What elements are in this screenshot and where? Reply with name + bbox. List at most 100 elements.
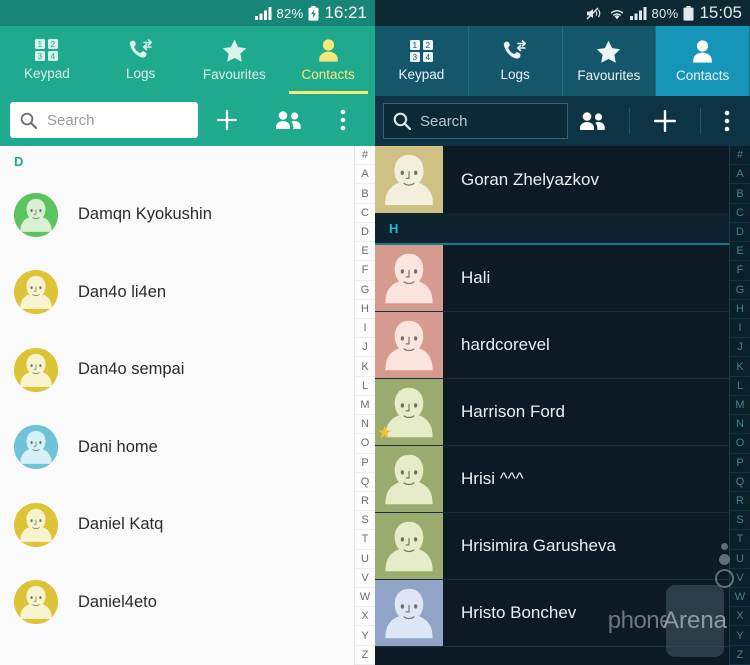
contact-row[interactable]: Damqn Kyokushin [0,176,375,254]
index-letter[interactable]: R [355,491,375,512]
index-letter[interactable]: U [730,550,750,569]
svg-text:1: 1 [412,41,417,50]
index-letter[interactable]: G [355,280,375,300]
index-letter[interactable]: E [355,242,375,262]
index-letter[interactable]: P [730,454,750,473]
contact-row[interactable]: Daniel4eto [0,564,375,642]
index-letter[interactable]: U [355,549,375,569]
svg-text:1: 1 [38,40,43,49]
index-letter[interactable]: Q [355,472,375,492]
clock-label: 15:05 [699,3,742,22]
index-letter[interactable]: X [730,607,750,627]
index-letter[interactable]: O [730,434,750,454]
right-alphabet-index[interactable]: # A B C D E F G H I J K L M N O P Q R S T U V W X Y Z [729,146,750,665]
index-letter[interactable]: Z [355,645,375,665]
search-icon [20,112,37,129]
tab-keypad[interactable]: 1234 Keypad [0,26,94,94]
index-letter[interactable]: I [355,318,375,339]
left-alphabet-index[interactable]: # A B C D E F G H I J K L M N O P Q R S T U V W X Y Z [354,146,375,665]
contact-row[interactable]: Hrisimira Garusheva [375,513,750,580]
search-input[interactable]: Search [10,102,198,138]
index-letter[interactable]: A [355,165,375,185]
index-letter[interactable]: J [730,338,750,358]
index-letter[interactable]: Z [730,646,750,665]
tab-keypad[interactable]: 1234 Keypad [375,26,469,96]
people-icon[interactable] [579,111,606,131]
clock-label: 16:21 [324,3,367,22]
index-letter[interactable]: # [355,146,375,166]
tab-favourites[interactable]: Favourites [188,26,282,94]
right-contact-list[interactable]: Goran Zhelyazkov H Hali hardcorevel ★ Harri… [375,146,750,665]
plus-icon[interactable] [653,109,677,133]
index-letter[interactable]: M [730,396,750,416]
contact-row[interactable]: Hrisi ^^^ [375,446,750,513]
index-letter[interactable]: F [355,261,375,281]
section-header: H [375,213,750,245]
index-letter[interactable]: E [730,242,750,262]
search-input[interactable]: Search [383,103,568,139]
avatar [375,580,443,646]
tab-logs[interactable]: Logs [94,26,188,94]
plus-icon[interactable] [216,109,238,131]
index-letter[interactable]: Y [730,626,750,646]
index-letter[interactable]: Y [355,626,375,646]
index-letter[interactable]: P [355,453,375,473]
index-letter[interactable]: S [355,511,375,531]
contact-row[interactable]: Goran Zhelyazkov [375,146,750,213]
index-letter[interactable]: K [355,357,375,377]
index-letter[interactable]: W [730,588,750,608]
index-letter[interactable]: C [730,204,750,223]
svg-text:2: 2 [51,40,56,49]
index-letter[interactable]: D [355,222,375,243]
index-letter[interactable]: V [355,568,375,589]
people-icon[interactable] [276,110,302,130]
index-letter[interactable]: D [730,223,750,243]
tab-contacts[interactable]: Contacts [281,26,375,94]
index-letter[interactable]: A [730,165,750,185]
index-letter[interactable]: K [730,357,750,377]
index-letter[interactable]: G [730,281,750,300]
left-search-bar: Search [0,94,375,146]
contact-row[interactable]: Dani home [0,409,375,487]
index-letter[interactable]: H [730,300,750,319]
index-letter[interactable]: C [355,203,375,223]
contact-row[interactable]: Dan4o sempai [0,331,375,409]
overflow-menu-icon[interactable] [340,109,346,131]
index-letter[interactable]: L [730,377,750,396]
index-letter[interactable]: # [730,146,750,166]
contact-row[interactable]: hardcorevel [375,312,750,379]
contact-row[interactable]: Daniel Katq [0,486,375,564]
index-letter[interactable]: B [355,184,375,204]
index-letter[interactable]: H [355,299,375,319]
contact-row[interactable]: ★ Harrison Ford [375,379,750,446]
index-letter[interactable]: V [730,569,750,589]
index-letter[interactable]: W [355,588,375,608]
index-letter[interactable]: X [355,607,375,627]
index-letter[interactable]: F [730,261,750,281]
tab-logs[interactable]: Logs [468,26,563,96]
right-tab-bar: 1234 Keypad Logs Favourites Contacts [375,26,750,96]
index-letter[interactable]: J [355,338,375,358]
index-letter[interactable]: I [730,319,750,339]
left-contact-list[interactable]: D Damqn Kyokushin Dan4o li4en Dan4o sempai… [0,146,375,665]
tab-logs-label: Logs [500,67,530,82]
index-letter[interactable]: T [730,530,750,550]
index-letter[interactable]: B [730,184,750,204]
contact-row[interactable]: Hristo Bonchev [375,580,750,647]
index-letter[interactable]: R [730,492,750,512]
index-letter[interactable]: N [355,415,375,435]
contact-row[interactable]: Hali [375,245,750,312]
index-letter[interactable]: N [730,415,750,435]
index-letter[interactable]: T [355,530,375,550]
contact-row[interactable]: Dan4o li4en [0,254,375,332]
tab-favourites-label: Favourites [577,67,641,83]
overflow-menu-icon[interactable] [724,110,730,132]
index-letter[interactable]: S [730,511,750,531]
index-letter[interactable]: Q [730,473,750,492]
tab-contacts[interactable]: Contacts [656,26,750,96]
index-letter[interactable]: L [355,376,375,396]
index-letter[interactable]: M [355,395,375,416]
tab-favourites[interactable]: Favourites [562,26,657,96]
index-letter[interactable]: O [355,434,375,454]
toolbar-divider [628,108,630,134]
